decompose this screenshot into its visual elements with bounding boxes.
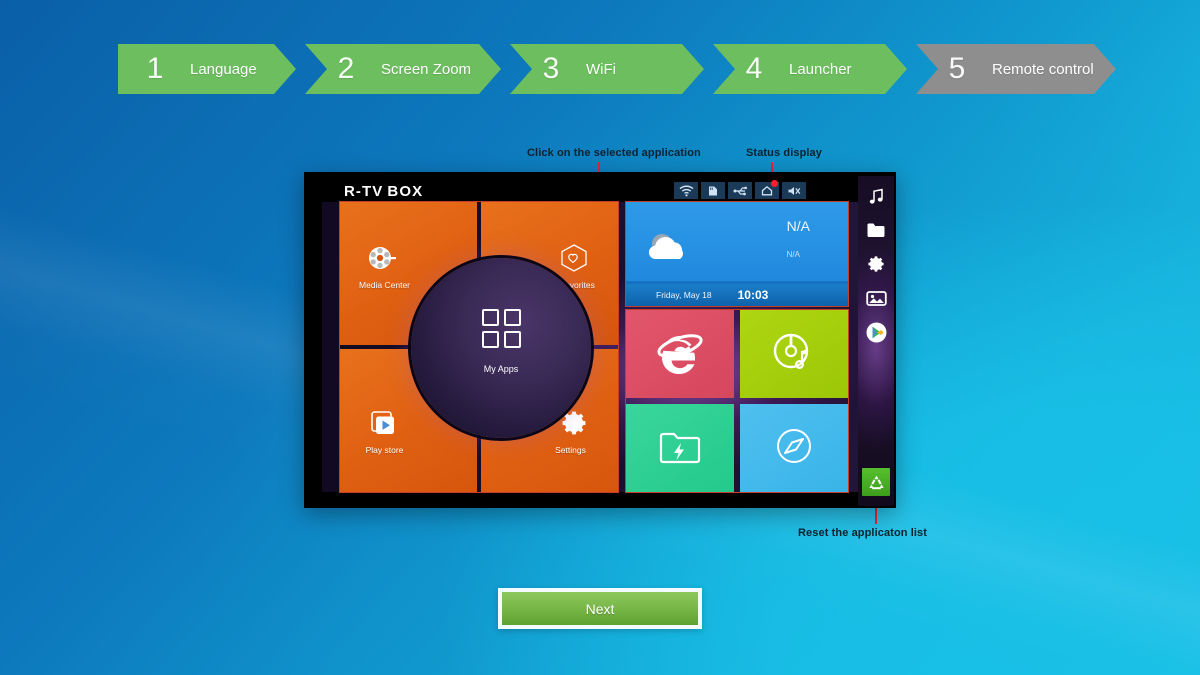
gear-icon (559, 408, 589, 443)
step-number: 3 (542, 52, 560, 85)
next-button[interactable]: Next (502, 592, 698, 625)
internet-explorer-icon (654, 329, 706, 380)
tv-brand-logo: R-TV BOX (344, 183, 423, 200)
step-label: Language (190, 60, 257, 78)
launcher-sidebar (858, 176, 894, 506)
menu-my-apps[interactable]: My Apps (411, 258, 591, 438)
wifi-icon[interactable] (674, 182, 698, 199)
notification-badge (771, 180, 778, 187)
film-reel-icon (367, 243, 397, 278)
compass-icon (772, 424, 816, 473)
menu-label: Settings (555, 445, 586, 455)
step-number: 4 (745, 52, 763, 85)
step-label: Screen Zoom (381, 60, 472, 78)
navigation-tile[interactable] (740, 404, 848, 492)
folder-flash-icon (657, 426, 703, 471)
weather-datetime-bar: Friday, May 18 10:03 (626, 284, 848, 306)
music-tile[interactable] (740, 310, 848, 398)
step-label: Remote control (992, 60, 1094, 78)
tv-box-screen: R-TV BOX Media Center My Favorites Play … (304, 172, 896, 508)
step-label: WiFi (586, 60, 616, 78)
files-tile[interactable] (626, 404, 734, 492)
step-number: 5 (948, 52, 966, 85)
play-store-icon (368, 408, 398, 443)
reset-application-list-button[interactable] (862, 468, 890, 496)
upload-cloud-icon[interactable] (755, 180, 779, 199)
step-number: 2 (337, 52, 355, 85)
step-remote-control[interactable]: 5 Remote control (916, 44, 1116, 94)
step-label: Launcher (789, 60, 852, 78)
sdcard-icon[interactable] (701, 182, 725, 199)
usb-icon[interactable] (728, 182, 752, 199)
weather-condition: N/A (786, 250, 800, 259)
play-store-icon[interactable] (865, 321, 887, 343)
step-launcher[interactable]: 4 Launcher (713, 44, 907, 94)
menu-label: Play store (365, 445, 404, 455)
app-tile-grid (625, 309, 849, 493)
recycle-icon (868, 475, 884, 489)
gear-icon[interactable] (865, 253, 887, 275)
cloudy-icon (642, 228, 700, 273)
annotation-click-application: Click on the selected application (527, 147, 701, 159)
brand-suffix: BOX (387, 183, 424, 200)
gallery-icon[interactable] (865, 287, 887, 309)
annotation-reset-list: Reset the applicaton list (798, 527, 928, 539)
wizard-step-breadcrumb: 1 Language 2 Screen Zoom 3 WiFi 4 Launch… (118, 44, 1116, 94)
step-wifi[interactable]: 3 WiFi (510, 44, 704, 94)
weather-temperature: N/A (786, 218, 810, 234)
cd-music-icon (769, 329, 819, 380)
weather-date: Friday, May 18 (656, 290, 712, 300)
step-screen-zoom[interactable]: 2 Screen Zoom (305, 44, 501, 94)
status-bar (674, 180, 806, 199)
menu-label: My Apps (483, 363, 519, 374)
hearts-hexagon-icon (559, 243, 589, 278)
brand-name: R-TV (344, 183, 384, 200)
apps-grid-icon (481, 308, 521, 348)
step-number: 1 (146, 52, 164, 85)
browser-tile[interactable] (626, 310, 734, 398)
folder-icon[interactable] (865, 219, 887, 241)
menu-label: Media Center (358, 280, 411, 290)
launcher-home: Media Center My Favorites Play store Set… (322, 201, 878, 493)
next-button-frame: Next (498, 588, 702, 629)
weather-widget[interactable]: N/A N/A Friday, May 18 10:03 (625, 201, 849, 307)
music-icon[interactable] (865, 185, 887, 207)
mute-icon[interactable] (782, 182, 806, 199)
weather-time: 10:03 (737, 288, 769, 302)
step-language[interactable]: 1 Language (118, 44, 296, 94)
annotation-status-display: Status display (746, 147, 822, 159)
